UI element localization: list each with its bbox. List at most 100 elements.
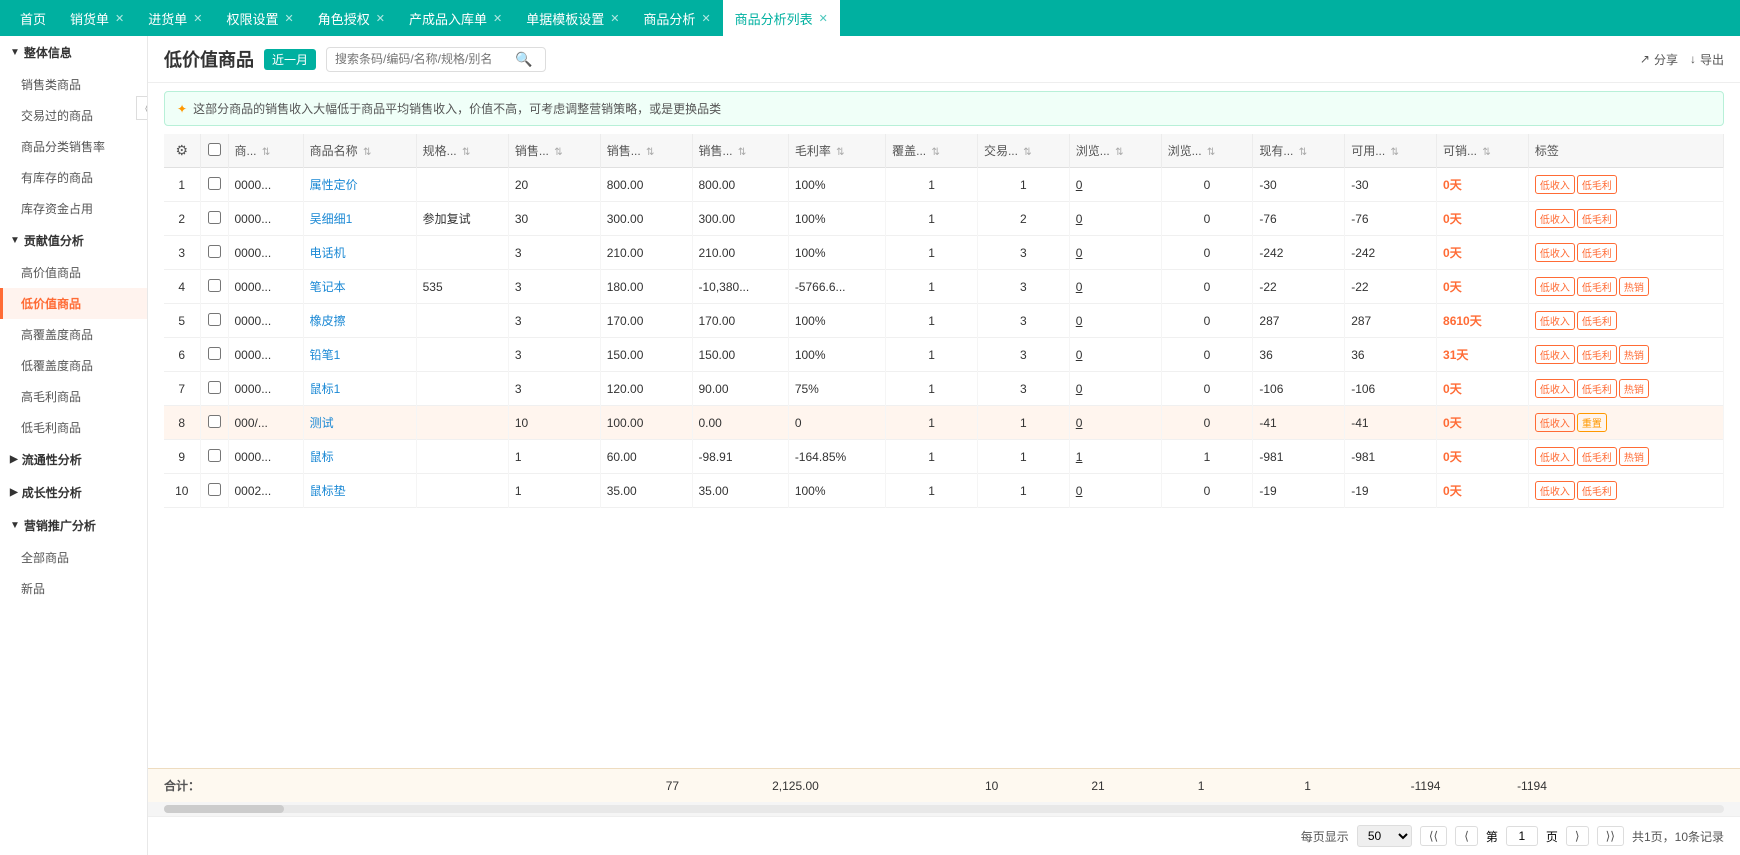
row-name[interactable]: 测试 — [303, 406, 416, 440]
share-button[interactable]: ↗ 分享 — [1640, 51, 1678, 68]
view1-link[interactable]: 0 — [1076, 212, 1083, 226]
row-checkbox[interactable] — [208, 347, 221, 360]
row-checkbox[interactable] — [208, 449, 221, 462]
sidebar-item-all-products[interactable]: 全部商品 — [0, 542, 147, 573]
view1-link[interactable]: 0 — [1076, 314, 1083, 328]
search-input[interactable] — [335, 52, 515, 66]
sidebar-item-high-coverage[interactable]: 高覆盖度商品 — [0, 319, 147, 350]
row-checkbox[interactable] — [208, 483, 221, 496]
sort-view2-icon[interactable]: ⇅ — [1207, 147, 1215, 158]
sidebar-item-low-value[interactable]: 低价值商品 — [0, 288, 147, 319]
sidebar-collapse-button[interactable]: 《 — [136, 96, 148, 120]
sidebar-item-high-margin[interactable]: 高毛利商品 — [0, 381, 147, 412]
sort-view1-icon[interactable]: ⇅ — [1115, 147, 1123, 158]
sidebar-section-growth[interactable]: ▶ 成长性分析 — [0, 476, 147, 509]
sidebar-item-low-coverage[interactable]: 低覆盖度商品 — [0, 350, 147, 381]
nav-product-list-close[interactable]: ✕ — [819, 12, 828, 25]
next-page-button[interactable]: ⟩ — [1566, 826, 1589, 846]
row-check[interactable] — [200, 474, 228, 508]
row-view1[interactable]: 0 — [1069, 304, 1161, 338]
sidebar-item-category-sales[interactable]: 商品分类销售率 — [0, 131, 147, 162]
row-check[interactable] — [200, 406, 228, 440]
sort-sale1-icon[interactable]: ⇅ — [554, 147, 562, 158]
row-view1[interactable]: 0 — [1069, 270, 1161, 304]
nav-product-list[interactable]: 商品分析列表 ✕ — [723, 0, 840, 36]
filter-tag-recent[interactable]: 近一月 — [264, 49, 316, 70]
page-number-input[interactable] — [1506, 826, 1538, 846]
view1-link[interactable]: 0 — [1076, 178, 1083, 192]
row-check[interactable] — [200, 372, 228, 406]
sort-curr-icon[interactable]: ⇅ — [1299, 147, 1307, 158]
nav-stock-in[interactable]: 产成品入库单 ✕ — [397, 0, 514, 36]
row-check[interactable] — [200, 270, 228, 304]
nav-roles[interactable]: 角色授权 ✕ — [306, 0, 397, 36]
nav-permissions-close[interactable]: ✕ — [285, 12, 294, 25]
row-check[interactable] — [200, 338, 228, 372]
row-checkbox[interactable] — [208, 279, 221, 292]
view1-link[interactable]: 0 — [1076, 348, 1083, 362]
gear-icon[interactable]: ⚙ — [175, 142, 188, 158]
row-checkbox[interactable] — [208, 211, 221, 224]
row-check[interactable] — [200, 236, 228, 270]
sort-spec-icon[interactable]: ⇅ — [462, 147, 470, 158]
scrollbar-thumb[interactable] — [164, 805, 284, 813]
sidebar-section-overview[interactable]: ▼ 整体信息 — [0, 36, 147, 69]
sidebar-section-contribution[interactable]: ▼ 贡献值分析 — [0, 224, 147, 257]
view1-link[interactable]: 1 — [1076, 450, 1083, 464]
row-view1[interactable]: 0 — [1069, 406, 1161, 440]
table-wrapper[interactable]: ⚙ 商... ⇅ 商品名称 ⇅ 规格... ⇅ 销售... ⇅ 销售... ⇅ … — [148, 134, 1740, 768]
row-checkbox[interactable] — [208, 177, 221, 190]
nav-purchase-close[interactable]: ✕ — [193, 12, 202, 25]
view1-link[interactable]: 0 — [1076, 416, 1083, 430]
row-name[interactable]: 橡皮擦 — [303, 304, 416, 338]
row-name[interactable]: 铅笔1 — [303, 338, 416, 372]
row-check[interactable] — [200, 168, 228, 202]
row-view1[interactable]: 0 — [1069, 474, 1161, 508]
row-checkbox[interactable] — [208, 381, 221, 394]
nav-template-close[interactable]: ✕ — [610, 12, 619, 25]
row-view1[interactable]: 0 — [1069, 168, 1161, 202]
scrollbar-row[interactable] — [148, 802, 1740, 816]
sidebar-section-circulation[interactable]: ▶ 流通性分析 — [0, 443, 147, 476]
nav-home[interactable]: 首页 — [8, 0, 58, 36]
sidebar-item-stocked-products[interactable]: 有库存的商品 — [0, 162, 147, 193]
row-view1[interactable]: 0 — [1069, 202, 1161, 236]
sort-sale4-icon[interactable]: ⇅ — [1482, 147, 1490, 158]
nav-template[interactable]: 单据模板设置 ✕ — [514, 0, 631, 36]
sidebar-section-marketing[interactable]: ▼ 营销推广分析 — [0, 509, 147, 542]
sort-cover-icon[interactable]: ⇅ — [931, 147, 939, 158]
nav-sales-close[interactable]: ✕ — [115, 12, 124, 25]
row-check[interactable] — [200, 202, 228, 236]
row-name[interactable]: 吴细细1 — [303, 202, 416, 236]
first-page-button[interactable]: ⟨⟨ — [1420, 826, 1447, 846]
nav-product-analysis-close[interactable]: ✕ — [701, 12, 710, 25]
page-size-select[interactable]: 50 100 200 — [1357, 825, 1412, 847]
sort-name-icon[interactable]: ⇅ — [363, 147, 371, 158]
sidebar-item-inventory-capital[interactable]: 库存资金占用 — [0, 193, 147, 224]
view1-link[interactable]: 0 — [1076, 484, 1083, 498]
sidebar-item-low-margin[interactable]: 低毛利商品 — [0, 412, 147, 443]
sort-trade-icon[interactable]: ⇅ — [1023, 147, 1031, 158]
row-check[interactable] — [200, 440, 228, 474]
nav-purchase[interactable]: 进货单 ✕ — [136, 0, 214, 36]
sidebar-item-high-value[interactable]: 高价值商品 — [0, 257, 147, 288]
row-name[interactable]: 鼠标1 — [303, 372, 416, 406]
view1-link[interactable]: 0 — [1076, 280, 1083, 294]
row-view1[interactable]: 1 — [1069, 440, 1161, 474]
sort-avail-icon[interactable]: ⇅ — [1391, 147, 1399, 158]
row-view1[interactable]: 0 — [1069, 372, 1161, 406]
row-checkbox[interactable] — [208, 415, 221, 428]
sidebar-item-traded-products[interactable]: 交易过的商品 — [0, 100, 147, 131]
sort-sale2-icon[interactable]: ⇅ — [646, 147, 654, 158]
sort-code-icon[interactable]: ⇅ — [262, 147, 270, 158]
search-icon[interactable]: 🔍 — [515, 51, 532, 68]
last-page-button[interactable]: ⟩⟩ — [1597, 826, 1624, 846]
row-name[interactable]: 鼠标垫 — [303, 474, 416, 508]
sidebar-item-sales-products[interactable]: 销售类商品 — [0, 69, 147, 100]
export-button[interactable]: ↓ 导出 — [1690, 51, 1724, 68]
scrollbar-track[interactable] — [164, 805, 1724, 813]
sort-gross-icon[interactable]: ⇅ — [836, 147, 844, 158]
row-view1[interactable]: 0 — [1069, 236, 1161, 270]
row-checkbox[interactable] — [208, 313, 221, 326]
sort-sale3-icon[interactable]: ⇅ — [738, 147, 746, 158]
